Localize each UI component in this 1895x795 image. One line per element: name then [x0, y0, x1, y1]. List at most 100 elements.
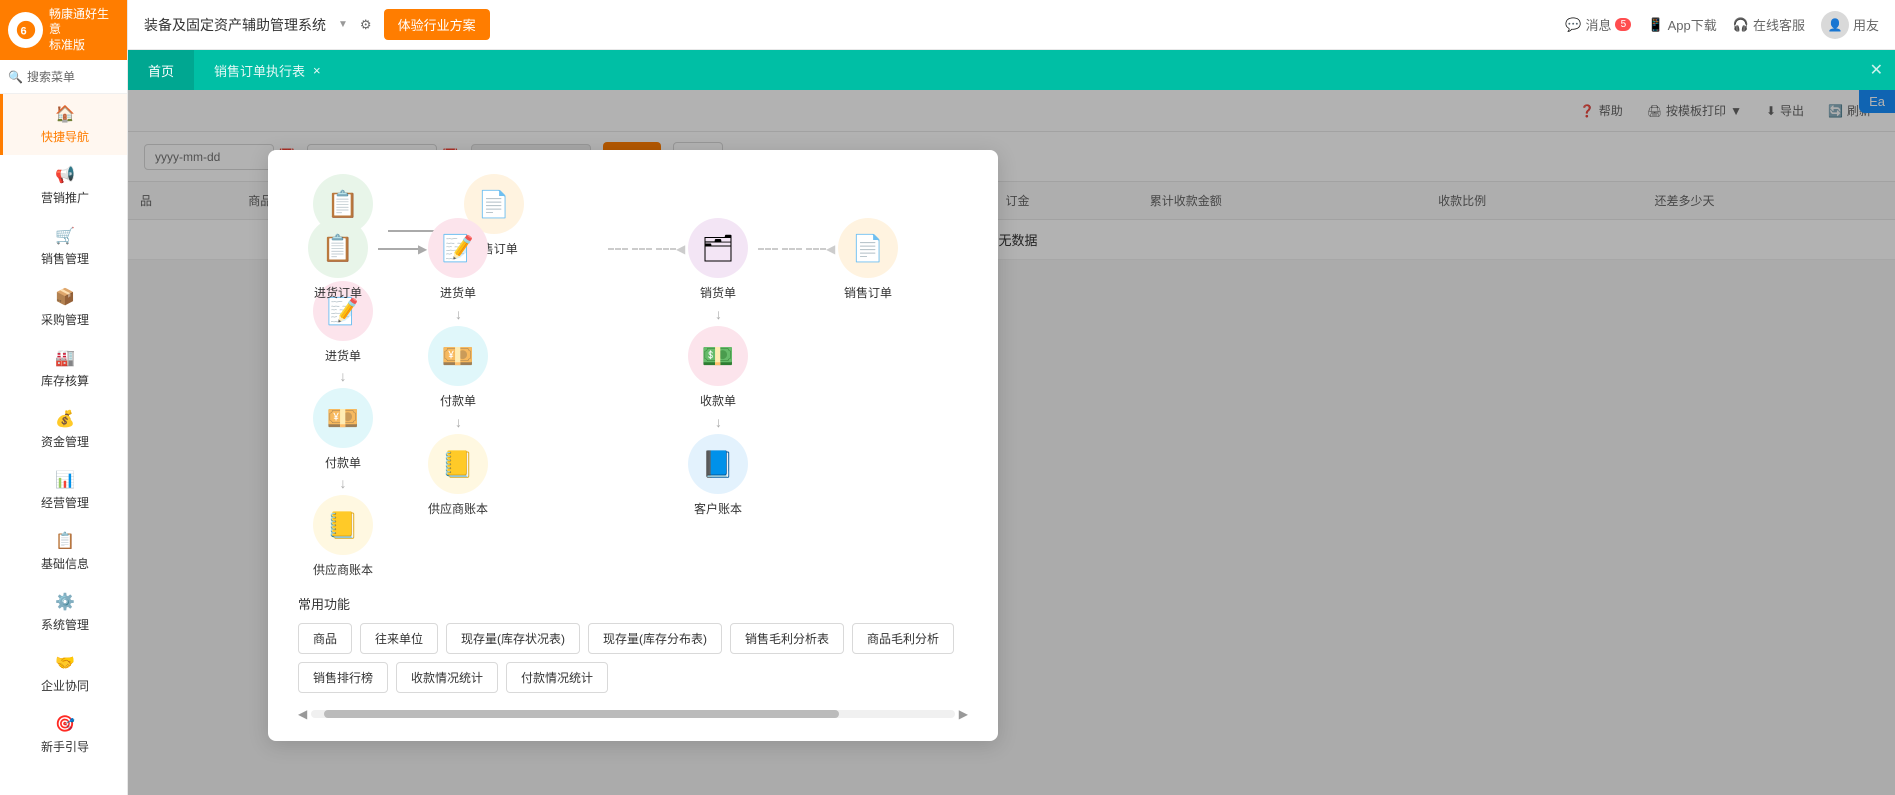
sales-icon: 🛒: [55, 226, 75, 246]
download-icon: 📱: [1647, 17, 1663, 33]
node-sales-order-abs: 📄 销售订单: [838, 218, 898, 301]
circle-sales-bill[interactable]: 🗂: [688, 218, 748, 278]
message-badge: 5: [1615, 18, 1631, 31]
logo-icon: 6: [8, 12, 43, 48]
home-icon: 🏠: [55, 104, 75, 124]
sidebar-item-purchase[interactable]: 📦 采购管理: [0, 277, 127, 338]
sidebar-item-marketing[interactable]: 📢 营销推广: [0, 155, 127, 216]
circle-customer-ledger[interactable]: 📘: [688, 434, 748, 494]
sidebar-item-enterprise[interactable]: 🤝 企业协同: [0, 643, 127, 704]
sidebar-search[interactable]: 🔍 搜索菜单: [0, 60, 127, 94]
sidebar-item-finance[interactable]: 💰 资金管理: [0, 399, 127, 460]
arrow-payment-down: ↓: [455, 414, 462, 430]
func-btn-inventory-dist[interactable]: 现存量(库存分布表): [588, 623, 722, 654]
search-icon: 🔍: [8, 70, 23, 84]
logo-text: 畅康通好生意 标准版: [49, 7, 119, 54]
func-btn-contacts[interactable]: 往来单位: [360, 623, 438, 654]
system-icon: ⚙️: [55, 592, 75, 612]
marketing-icon: 📢: [55, 165, 75, 185]
icon-payment: 💴: [442, 341, 474, 372]
inventory-icon: 🏭: [55, 348, 75, 368]
scroll-left-arrow[interactable]: ◀: [298, 707, 307, 721]
tab-sales-order[interactable]: 销售订单执行表 ×: [194, 50, 341, 90]
sales-order-icon: 📄: [478, 189, 510, 220]
sidebar-item-quick-nav[interactable]: 🏠 快捷导航: [0, 94, 127, 155]
sidebar-item-system[interactable]: ⚙️ 系统管理: [0, 582, 127, 643]
top-header: 装备及固定资产辅助管理系统 ▼ ⚙ 体验行业方案 💬 消息 5 📱 App下载 …: [128, 0, 1895, 50]
tab-bar-close-btn[interactable]: ✕: [1870, 60, 1883, 80]
func-btn-sales-profit[interactable]: 销售毛利分析表: [730, 623, 844, 654]
icon-purchase-bill: 📝: [442, 233, 474, 264]
scroll-thumb: [324, 710, 839, 718]
scroll-hint: ◀ ▶: [298, 707, 968, 721]
circle-sales-order[interactable]: 📄: [838, 218, 898, 278]
circle-payment[interactable]: 💴: [428, 326, 488, 386]
finance-icon: 💰: [55, 409, 75, 429]
icon-supplier-ledger: 📒: [442, 449, 474, 480]
operations-icon: 📊: [55, 470, 75, 490]
sidebar-nav: 🏠 快捷导航 📢 营销推广 🛒 销售管理 📦 采购管理 🏭 库存核算 💰: [0, 94, 127, 795]
experience-button[interactable]: 体验行业方案: [384, 9, 490, 40]
purchase-order-icon: 📋: [327, 189, 359, 220]
flow-layout-absolute: 📋 进货订单 ▶ 📝 进货单: [298, 218, 978, 578]
tab-bar: 首页 销售订单执行表 × ✕: [128, 50, 1895, 90]
func-btn-payment-stats[interactable]: 付款情况统计: [506, 662, 608, 693]
arrow-so-sb-dashed: ◀: [758, 242, 835, 256]
func-btn-sales-rank[interactable]: 销售排行榜: [298, 662, 388, 693]
main-content: 装备及固定资产辅助管理系统 ▼ ⚙ 体验行业方案 💬 消息 5 📱 App下载 …: [128, 0, 1895, 795]
service-icon: 🎧: [1733, 17, 1749, 33]
sidebar-item-inventory[interactable]: 🏭 库存核算: [0, 338, 127, 399]
guide-panel: 📋 进货订单 ↓ 📝 进货单: [268, 150, 998, 741]
sidebar-item-operations[interactable]: 📊 经营管理: [0, 460, 127, 521]
scroll-track[interactable]: [311, 710, 955, 718]
system-dropdown-arrow[interactable]: ▼: [338, 19, 348, 30]
node-receipt-abs: 💵 收款单: [688, 326, 748, 409]
tab-close-btn[interactable]: ×: [313, 63, 321, 78]
icon-sales-order: 📄: [852, 233, 884, 264]
message-icon: 💬: [1565, 17, 1581, 33]
purchase-icon: 📦: [55, 287, 75, 307]
arrow-sb-down: ↓: [715, 306, 722, 322]
icon-receipt: 💵: [702, 341, 734, 372]
func-btn-receipt-stats[interactable]: 收款情况统计: [396, 662, 498, 693]
arrow-pb-down: ↓: [455, 306, 462, 322]
icon-purchase-order: 📋: [322, 233, 354, 264]
user-action[interactable]: 👤 用友: [1821, 11, 1879, 39]
node-supplier-ledger-abs: 📒 供应商账本: [428, 434, 488, 517]
beginner-icon: 🎯: [55, 714, 75, 734]
node-sales-bill-abs: 🗂 销货单: [688, 218, 748, 301]
circle-purchase-bill[interactable]: 📝: [428, 218, 488, 278]
func-btn-product-profit[interactable]: 商品毛利分析: [852, 623, 954, 654]
node-customer-ledger-abs: 📘 客户账本: [688, 434, 748, 517]
circle-receipt[interactable]: 💵: [688, 326, 748, 386]
sidebar-item-base[interactable]: 📋 基础信息: [0, 521, 127, 582]
base-icon: 📋: [55, 531, 75, 551]
circle-supplier-ledger[interactable]: 📒: [428, 434, 488, 494]
app-download-action[interactable]: 📱 App下载: [1647, 15, 1716, 34]
app-container: 6 畅康通好生意 标准版 🔍 搜索菜单 🏠 快捷导航 📢 营销推广 🛒 销售管理: [0, 0, 1895, 795]
svg-text:6: 6: [20, 26, 26, 38]
common-functions-title: 常用功能: [298, 594, 968, 613]
node-payment-abs: 💴 付款单: [428, 326, 488, 409]
system-title: 装备及固定资产辅助管理系统: [144, 15, 326, 35]
circle-purchase-order[interactable]: 📋: [308, 218, 368, 278]
common-functions: 常用功能 商品 往来单位 现存量(库存状况表) 现存量(库存分布表) 销售毛利分…: [298, 594, 968, 693]
tab-home[interactable]: 首页: [128, 50, 194, 90]
header-actions: 💬 消息 5 📱 App下载 🎧 在线客服 👤 用友: [1565, 11, 1879, 39]
func-btn-inventory-status[interactable]: 现存量(库存状况表): [446, 623, 580, 654]
settings-icon[interactable]: ⚙: [360, 17, 372, 33]
message-action[interactable]: 💬 消息 5: [1565, 15, 1631, 34]
sidebar-item-sales[interactable]: 🛒 销售管理: [0, 216, 127, 277]
online-service-action[interactable]: 🎧 在线客服: [1733, 15, 1805, 34]
node-purchase-order-abs: 📋 进货订单: [308, 218, 368, 301]
func-btn-product[interactable]: 商品: [298, 623, 352, 654]
icon-customer-ledger: 📘: [702, 449, 734, 480]
scroll-right-arrow[interactable]: ▶: [959, 707, 968, 721]
sidebar-item-beginner[interactable]: 🎯 新手引导: [0, 704, 127, 765]
arrow-sb-pb-dashed: ◀: [608, 242, 685, 256]
user-avatar: 👤: [1821, 11, 1849, 39]
node-purchase-bill-abs: 📝 进货单: [428, 218, 488, 301]
arrow-receipt-down: ↓: [715, 414, 722, 430]
enterprise-icon: 🤝: [55, 653, 75, 673]
func-buttons-row1: 商品 往来单位 现存量(库存状况表) 现存量(库存分布表) 销售毛利分析表 商品…: [298, 623, 968, 654]
